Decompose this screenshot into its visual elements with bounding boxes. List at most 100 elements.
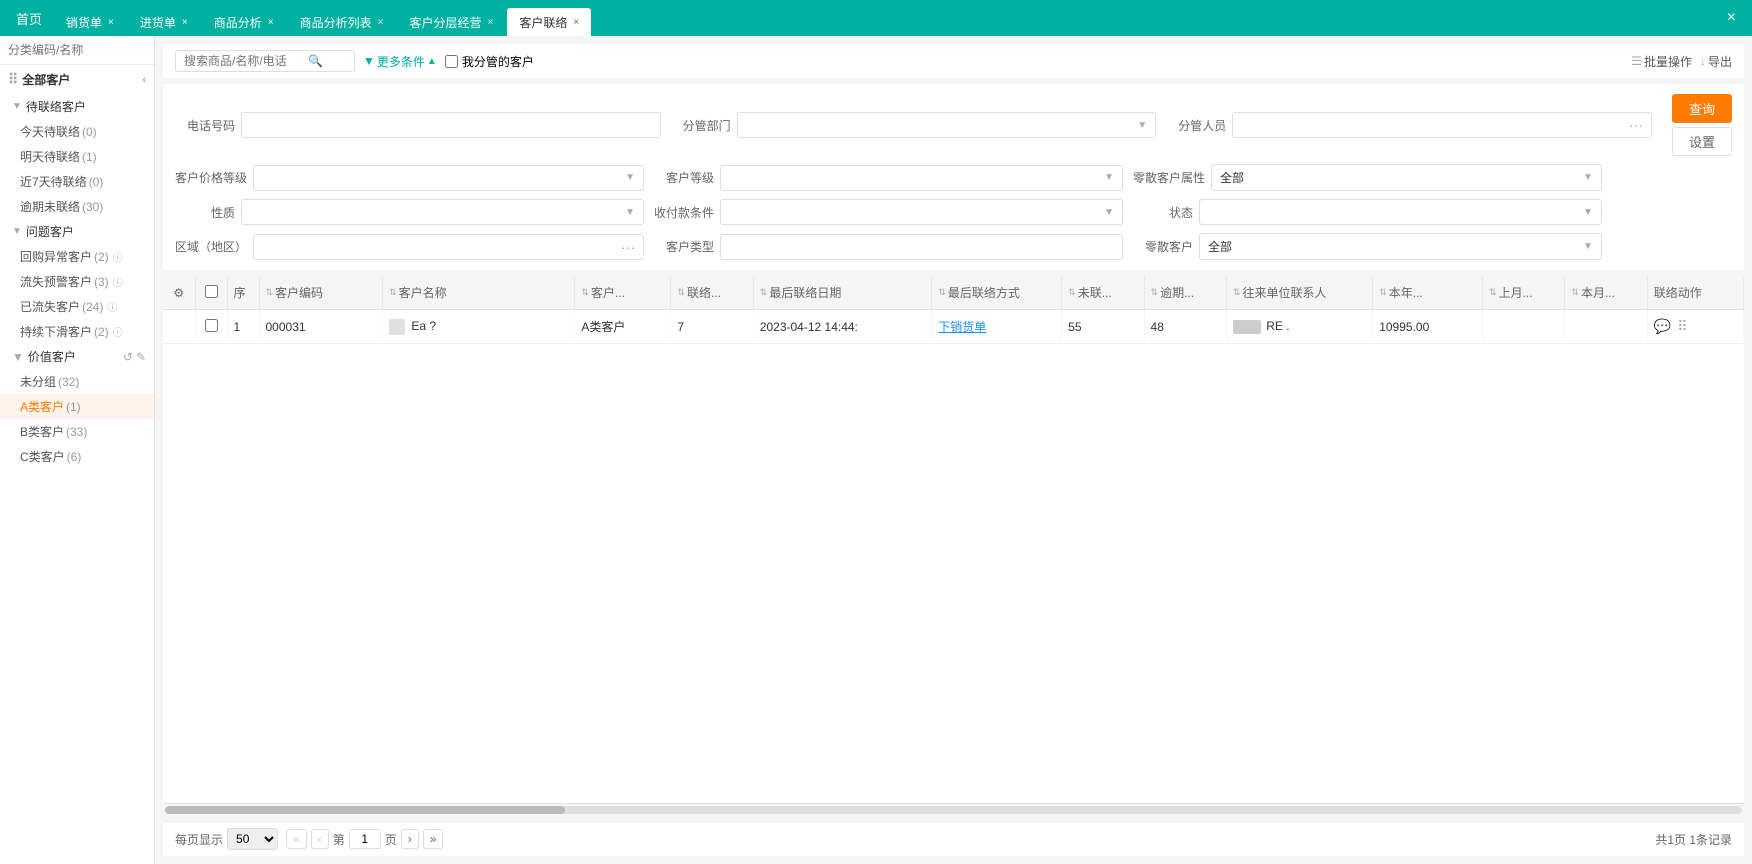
- table-scrollbar[interactable]: [163, 803, 1744, 815]
- data-table: ⚙ 序 ⇅ 客户编码: [163, 276, 1744, 344]
- close-icon[interactable]: ×: [268, 17, 274, 28]
- edit-icon[interactable]: ✎: [136, 350, 146, 364]
- nav-tab-客户分层经营[interactable]: 客户分层经营 ×: [397, 8, 505, 36]
- info-icon-2: ⓘ: [113, 274, 123, 289]
- filter-manager-input[interactable]: ···: [1232, 112, 1652, 138]
- filter-field-retail: 零散客户 全部 ▼: [1133, 233, 1602, 260]
- nav-right: ×: [1719, 9, 1744, 27]
- select-all-checkbox[interactable]: [205, 285, 218, 298]
- first-page-btn[interactable]: «: [286, 829, 307, 849]
- sidebar-item-unclassified[interactable]: 未分组(32): [0, 369, 154, 394]
- prev-page-btn[interactable]: ‹: [311, 829, 329, 849]
- filter-dept-select[interactable]: ▼: [737, 112, 1157, 138]
- nav-tab-进货单[interactable]: 进货单 ×: [128, 8, 200, 36]
- table-scroll[interactable]: ⚙ 序 ⇅ 客户编码: [163, 276, 1744, 803]
- batch-icon: ☰: [1631, 54, 1642, 68]
- page-size-select[interactable]: 50 20 100: [227, 828, 278, 850]
- sidebar-item-repeat-abnormal[interactable]: 回购异常客户(2) ⓘ: [0, 244, 154, 269]
- close-icon[interactable]: ×: [378, 17, 384, 28]
- filter-more-btn[interactable]: ▼ 更多条件 ▲: [363, 53, 437, 70]
- close-icon[interactable]: ×: [108, 17, 114, 28]
- th-no-contact[interactable]: ⇅ 未联...: [1062, 276, 1144, 310]
- th-check: [195, 276, 227, 310]
- close-icon-active[interactable]: ×: [573, 17, 579, 28]
- sidebar-item-class-a[interactable]: A类客户(1): [0, 394, 154, 419]
- main-layout: 🔍 ⠿ 全部客户 ‹ ▼ 待联络客户 今天待联络(0) 明天待联络(1) 近7天…: [0, 36, 1752, 864]
- row-checkbox[interactable]: [205, 319, 218, 332]
- next-page-btn[interactable]: ›: [401, 829, 419, 849]
- filter-field-manager: 分管人员 ···: [1166, 112, 1652, 138]
- th-overdue[interactable]: ⇅ 逾期...: [1144, 276, 1226, 310]
- close-icon[interactable]: ×: [487, 17, 493, 28]
- my-customer-checkbox[interactable]: [445, 55, 458, 68]
- value-group-icons: ↺ ✎: [123, 350, 146, 364]
- nav-home[interactable]: 首页: [8, 5, 50, 32]
- sidebar-item-churn-warning[interactable]: 流失预警客户(3) ⓘ: [0, 269, 154, 294]
- settings-button[interactable]: 设置: [1672, 127, 1732, 156]
- close-icon[interactable]: ×: [182, 17, 188, 28]
- th-code[interactable]: ⇅ 客户编码: [259, 276, 383, 310]
- sidebar-item-declining[interactable]: 持续下滑客户(2) ⓘ: [0, 319, 154, 344]
- nav-tab-商品分析列表[interactable]: 商品分析列表 ×: [288, 8, 396, 36]
- export-btn[interactable]: ↓ 导出: [1700, 53, 1732, 70]
- sidebar-section-value[interactable]: ▼ 价值客户 ↺ ✎: [0, 344, 154, 369]
- filter-status-select[interactable]: ▼: [1199, 199, 1602, 225]
- filter-search-input[interactable]: [184, 54, 304, 68]
- refresh-icon[interactable]: ↺: [123, 350, 133, 364]
- dots-icon: ⠿: [8, 71, 18, 88]
- filter-field-customer-type: 客户类型: [654, 234, 1123, 260]
- filter-area-input[interactable]: ···: [253, 234, 644, 260]
- filter-retail-attr-select[interactable]: 全部 ▼: [1211, 164, 1602, 191]
- last-page-btn[interactable]: »: [423, 829, 444, 849]
- sidebar-item-class-c[interactable]: C类客户(6): [0, 444, 154, 469]
- filter-customer-type-input[interactable]: [720, 234, 1123, 260]
- td-code: 000031: [259, 310, 383, 344]
- th-contact-count[interactable]: ⇅ 联络...: [671, 276, 753, 310]
- filter-phone-input[interactable]: [241, 112, 661, 138]
- th-last-month[interactable]: ⇅ 上月...: [1483, 276, 1565, 310]
- th-last-method[interactable]: ⇅ 最后联络方式: [932, 276, 1062, 310]
- sidebar-item-tomorrow[interactable]: 明天待联络(1): [0, 144, 154, 169]
- scrollbar-thumb[interactable]: [165, 806, 565, 814]
- th-name[interactable]: ⇅ 客户名称: [383, 276, 575, 310]
- sidebar-section-problem[interactable]: ▼ 问题客户: [0, 219, 154, 244]
- sidebar-item-churned[interactable]: 已流失客户(24) ⓘ: [0, 294, 154, 319]
- chat-action-icon[interactable]: 💬: [1654, 318, 1671, 335]
- th-this-month[interactable]: ⇅ 本月...: [1565, 276, 1647, 310]
- sidebar-section-waiting[interactable]: ▼ 待联络客户: [0, 94, 154, 119]
- filter-retail-select[interactable]: 全部 ▼: [1199, 233, 1602, 260]
- th-this-year[interactable]: ⇅ 本年...: [1373, 276, 1483, 310]
- page-number-input[interactable]: [349, 829, 381, 849]
- th-last-date[interactable]: ⇅ 最后联络日期: [753, 276, 932, 310]
- filter-buttons: 查询 设置: [1672, 94, 1732, 156]
- filter-field-payment: 收付款条件 ▼: [654, 199, 1123, 225]
- sidebar-item-overdue[interactable]: 逾期未联络(30): [0, 194, 154, 219]
- filter-icon: ▼: [363, 54, 375, 68]
- filter-payment-select[interactable]: ▼: [720, 199, 1123, 225]
- sidebar-item-class-b[interactable]: B类客户(33): [0, 419, 154, 444]
- table-gear-icon[interactable]: ⚙: [173, 286, 184, 300]
- window-close-button[interactable]: ×: [1719, 9, 1744, 26]
- filter-my-customer[interactable]: 我分管的客户: [445, 53, 534, 70]
- nav-tab-销货单[interactable]: 销货单 ×: [54, 8, 126, 36]
- sidebar-search-bar: 🔍: [0, 36, 154, 65]
- sidebar-search-input[interactable]: [8, 43, 163, 57]
- nav-tab-客户联络[interactable]: 客户联络 ×: [507, 8, 591, 36]
- qr-action-icon[interactable]: ⠿: [1677, 318, 1687, 335]
- sidebar-all-customers[interactable]: ⠿ 全部客户 ‹: [0, 65, 154, 94]
- query-button[interactable]: 查询: [1672, 94, 1732, 123]
- td-last-method: 下销货单: [932, 310, 1062, 344]
- batch-op-btn[interactable]: ☰ 批量操作: [1631, 53, 1692, 70]
- filter-field-price-level: 客户价格等级 ▼: [175, 165, 644, 191]
- filter-search-box[interactable]: 🔍: [175, 50, 355, 72]
- th-level[interactable]: ⇅ 客户...: [575, 276, 671, 310]
- sidebar-item-7days[interactable]: 近7天待联络(0): [0, 169, 154, 194]
- filter-field-retail-attr: 零散客户属性 全部 ▼: [1133, 164, 1602, 191]
- sidebar-item-today[interactable]: 今天待联络(0): [0, 119, 154, 144]
- nav-tab-商品分析[interactable]: 商品分析 ×: [202, 8, 286, 36]
- filter-nature-select[interactable]: ▼: [241, 199, 644, 225]
- filter-form: 电话号码 分管部门 ▼ 分管人员 ···: [163, 84, 1744, 270]
- th-company-contact[interactable]: ⇅ 往来单位联系人: [1226, 276, 1372, 310]
- filter-price-level-select[interactable]: ▼: [253, 165, 644, 191]
- filter-customer-level-select[interactable]: ▼: [720, 165, 1123, 191]
